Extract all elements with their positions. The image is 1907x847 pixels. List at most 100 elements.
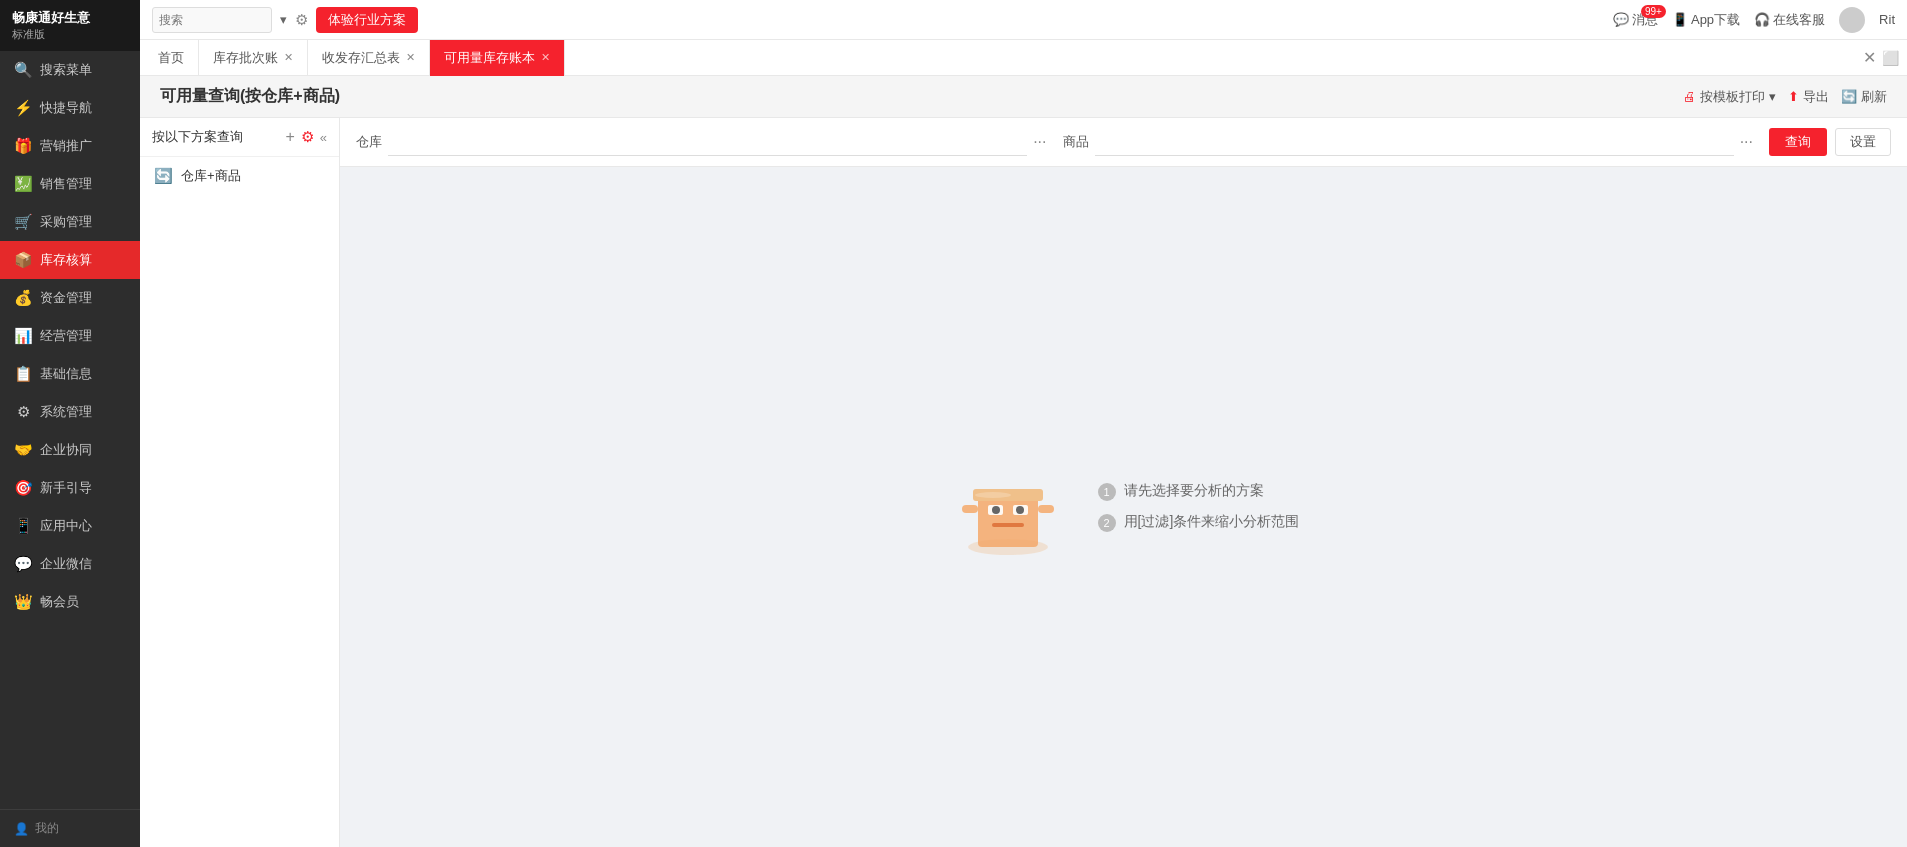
tabbar: 首页库存批次账✕收发存汇总表✕可用量库存账本✕ ✕ ⬜	[140, 40, 1907, 76]
print-dropdown-icon[interactable]: ▾	[1769, 89, 1776, 104]
topbar: ▾ ⚙ 体验行业方案 💬 消息 99+ 📱 App下载 🎧 在线客服 Rit	[140, 0, 1907, 40]
settings-button[interactable]: 设置	[1835, 128, 1891, 156]
sidebar-label-enterprise: 企业协同	[40, 441, 92, 459]
tab-label-available-ledger: 可用量库存账本	[444, 49, 535, 67]
tab-close-all-btn[interactable]: ✕	[1863, 48, 1876, 67]
tab-label-batch-ledger: 库存批次账	[213, 49, 278, 67]
page-actions: 🖨 按模板打印 ▾ ⬆ 导出 🔄 刷新	[1683, 88, 1887, 106]
filter-actions: 查询 设置	[1769, 128, 1891, 156]
empty-tips: 1 请先选择要分析的方案 2 用[过滤]条件来缩小分析范围	[1098, 482, 1300, 532]
sidebar-item-shortcut[interactable]: ⚡ 快捷导航	[0, 89, 140, 127]
sidebar-label-shortcut: 快捷导航	[40, 99, 92, 117]
sidebar-icon-basic: 📋	[14, 365, 32, 383]
sidebar-item-wechat[interactable]: 💬 企业微信	[0, 545, 140, 583]
sidebar-label-marketing: 营销推广	[40, 137, 92, 155]
messages-link[interactable]: 💬 消息 99+	[1613, 11, 1658, 29]
content-area: 仓库 ··· 商品 ··· 查询 设置	[340, 118, 1907, 847]
sidebar: 畅康通好生意 标准版 🔍 搜索菜单 ⚡ 快捷导航 🎁 营销推广 💹 销售管理 🛒…	[0, 0, 140, 847]
trial-btn[interactable]: 体验行业方案	[316, 7, 418, 33]
sidebar-item-enterprise[interactable]: 🤝 企业协同	[0, 431, 140, 469]
app-name: 畅康通好生意	[12, 10, 128, 27]
scheme-collapse-btn[interactable]: «	[320, 130, 327, 145]
topbar-dropdown-icon[interactable]: ▾	[280, 12, 287, 27]
tab-close-available-ledger[interactable]: ✕	[541, 51, 550, 64]
sidebar-item-member[interactable]: 👑 畅会员	[0, 583, 140, 621]
sidebar-label-finance: 资金管理	[40, 289, 92, 307]
refresh-btn[interactable]: 🔄 刷新	[1841, 88, 1887, 106]
sidebar-item-sales[interactable]: 💹 销售管理	[0, 165, 140, 203]
online-service-link[interactable]: 🎧 在线客服	[1754, 11, 1825, 29]
tab-close-batch-ledger[interactable]: ✕	[284, 51, 293, 64]
scheme-add-btn[interactable]: +	[285, 128, 294, 146]
goods-more-btn[interactable]: ···	[1740, 133, 1753, 151]
sidebar-bottom-icon: 👤	[14, 822, 29, 836]
sidebar-label-operations: 经营管理	[40, 327, 92, 345]
scheme-item-label: 仓库+商品	[181, 167, 241, 185]
scheme-header-actions: + ⚙ «	[285, 128, 327, 146]
export-icon: ⬆	[1788, 89, 1799, 104]
sidebar-item-search[interactable]: 🔍 搜索菜单	[0, 51, 140, 89]
messages-badge: 99+	[1641, 5, 1666, 18]
sidebar-icon-system: ⚙	[14, 403, 32, 421]
sidebar-item-system[interactable]: ⚙ 系统管理	[0, 393, 140, 431]
sidebar-item-basic[interactable]: 📋 基础信息	[0, 355, 140, 393]
tip-text-2: 用[过滤]条件来缩小分析范围	[1124, 513, 1300, 531]
sidebar-icon-purchase: 🛒	[14, 213, 32, 231]
tab-expand-btn[interactable]: ⬜	[1882, 50, 1899, 66]
export-btn[interactable]: ⬆ 导出	[1788, 88, 1829, 106]
avatar[interactable]	[1839, 7, 1865, 33]
svg-point-10	[975, 492, 1011, 498]
tab-batch-ledger[interactable]: 库存批次账 ✕	[199, 40, 308, 76]
query-button[interactable]: 查询	[1769, 128, 1827, 156]
scheme-item-warehouse-goods[interactable]: 🔄 仓库+商品	[140, 157, 339, 195]
scheme-settings-btn[interactable]: ⚙	[301, 128, 314, 146]
print-label: 按模板打印	[1700, 88, 1765, 106]
sidebar-item-appstore[interactable]: 📱 应用中心	[0, 507, 140, 545]
svg-rect-7	[992, 523, 1024, 527]
svg-rect-8	[962, 505, 978, 513]
topbar-gear-icon[interactable]: ⚙	[295, 11, 308, 29]
page-header: 可用量查询(按仓库+商品) 🖨 按模板打印 ▾ ⬆ 导出 🔄 刷新	[140, 76, 1907, 118]
app-download-link[interactable]: 📱 App下载	[1672, 11, 1740, 29]
sidebar-icon-shortcut: ⚡	[14, 99, 32, 117]
sidebar-item-finance[interactable]: 💰 资金管理	[0, 279, 140, 317]
username[interactable]: Rit	[1879, 12, 1895, 27]
sidebar-item-newbie[interactable]: 🎯 新手引导	[0, 469, 140, 507]
sidebar-item-inventory[interactable]: 📦 库存核算	[0, 241, 140, 279]
print-btn[interactable]: 🖨 按模板打印 ▾	[1683, 88, 1776, 106]
topbar-search-input[interactable]	[152, 7, 272, 33]
main-area: ▾ ⚙ 体验行业方案 💬 消息 99+ 📱 App下载 🎧 在线客服 Rit 首…	[140, 0, 1907, 847]
scheme-header-title: 按以下方案查询	[152, 128, 243, 146]
app-header: 畅康通好生意 标准版	[0, 0, 140, 51]
sidebar-item-operations[interactable]: 📊 经营管理	[0, 317, 140, 355]
tab-available-ledger[interactable]: 可用量库存账本 ✕	[430, 40, 565, 76]
warehouse-label: 仓库	[356, 133, 382, 151]
sidebar-label-basic: 基础信息	[40, 365, 92, 383]
goods-input[interactable]	[1095, 128, 1734, 156]
tab-label-home: 首页	[158, 49, 184, 67]
tip-num-1: 1	[1098, 483, 1116, 501]
sidebar-label-inventory: 库存核算	[40, 251, 92, 269]
headset-icon: 🎧	[1754, 12, 1770, 27]
sidebar-item-purchase[interactable]: 🛒 采购管理	[0, 203, 140, 241]
warehouse-filter: 仓库 ···	[356, 128, 1047, 156]
sidebar-item-marketing[interactable]: 🎁 营销推广	[0, 127, 140, 165]
sidebar-bottom: 👤 我的	[0, 809, 140, 847]
sidebar-label-wechat: 企业微信	[40, 555, 92, 573]
warehouse-input[interactable]	[388, 128, 1027, 156]
online-service-label: 在线客服	[1773, 11, 1825, 29]
warehouse-more-btn[interactable]: ···	[1033, 133, 1046, 151]
sidebar-icon-finance: 💰	[14, 289, 32, 307]
sidebar-label-newbie: 新手引导	[40, 479, 92, 497]
page-title: 可用量查询(按仓库+商品)	[160, 86, 340, 107]
phone-icon: 📱	[1672, 12, 1688, 27]
app-download-label: App下载	[1691, 11, 1740, 29]
refresh-icon: 🔄	[1841, 89, 1857, 104]
tab-actions: ✕ ⬜	[1855, 48, 1907, 67]
sidebar-label-appstore: 应用中心	[40, 517, 92, 535]
tab-collect-ledger[interactable]: 收发存汇总表✕	[308, 40, 430, 76]
tab-close-collect-ledger[interactable]: ✕	[406, 51, 415, 64]
tab-home[interactable]: 首页	[144, 40, 199, 76]
empty-state: 1 请先选择要分析的方案 2 用[过滤]条件来缩小分析范围	[340, 167, 1907, 847]
tip-num-2: 2	[1098, 514, 1116, 532]
